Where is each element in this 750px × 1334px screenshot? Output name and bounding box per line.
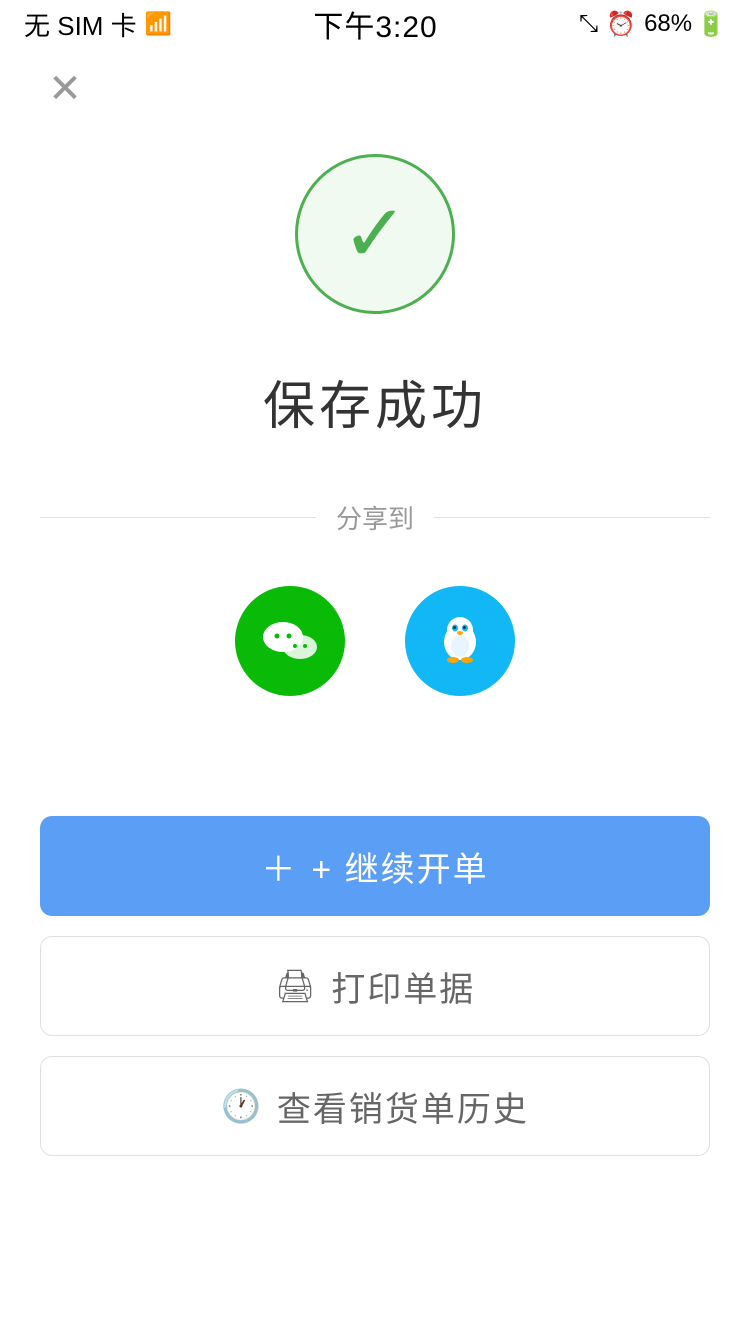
plus-icon: ＋	[261, 842, 297, 891]
close-icon: ✕	[48, 69, 82, 109]
status-bar: 无 SIM 卡 📶 下午3:20 ⤡ ⏰ 68% 🔋	[0, 0, 750, 44]
history-label: 查看销货单历史	[277, 1082, 529, 1131]
checkmark-icon: ✓	[341, 194, 408, 274]
main-content: ✓ 保存成功 分享到	[0, 94, 750, 1156]
battery-icon: 🔋	[696, 10, 726, 39]
continue-order-button[interactable]: ＋ + 继续开单	[40, 816, 710, 916]
share-section: 分享到	[0, 499, 750, 716]
battery-indicator: 68% 🔋	[644, 10, 726, 39]
print-label: 打印单据	[331, 962, 475, 1011]
alarm-icon: ⏰	[606, 10, 636, 39]
success-title: 保存成功	[263, 364, 487, 439]
continue-order-label: + 继续开单	[311, 842, 488, 891]
wifi-icon: 📶	[145, 11, 172, 37]
share-divider: 分享到	[40, 499, 710, 536]
qq-icon	[429, 610, 491, 672]
history-button[interactable]: 🕐 查看销货单历史	[40, 1056, 710, 1156]
share-label: 分享到	[336, 499, 414, 536]
history-icon: 🕐	[221, 1087, 263, 1125]
action-buttons: ＋ + 继续开单 🖨 打印单据 🕐 查看销货单历史	[0, 816, 750, 1156]
success-circle: ✓	[295, 154, 455, 314]
status-right: ⤡ ⏰ 68% 🔋	[579, 10, 726, 39]
qq-share-button[interactable]	[405, 586, 515, 696]
print-button[interactable]: 🖨 打印单据	[40, 936, 710, 1036]
close-button[interactable]: ✕	[40, 64, 90, 114]
wechat-share-button[interactable]	[235, 586, 345, 696]
status-time: 下午3:20	[313, 2, 437, 46]
location-icon: ⤡	[579, 10, 598, 38]
print-icon: 🖨	[275, 967, 318, 1005]
sim-status: 无 SIM 卡	[24, 6, 137, 43]
wechat-icon	[258, 609, 323, 674]
battery-percent: 68%	[644, 10, 692, 38]
status-left: 无 SIM 卡 📶	[24, 6, 172, 43]
share-icons-row	[40, 586, 710, 696]
